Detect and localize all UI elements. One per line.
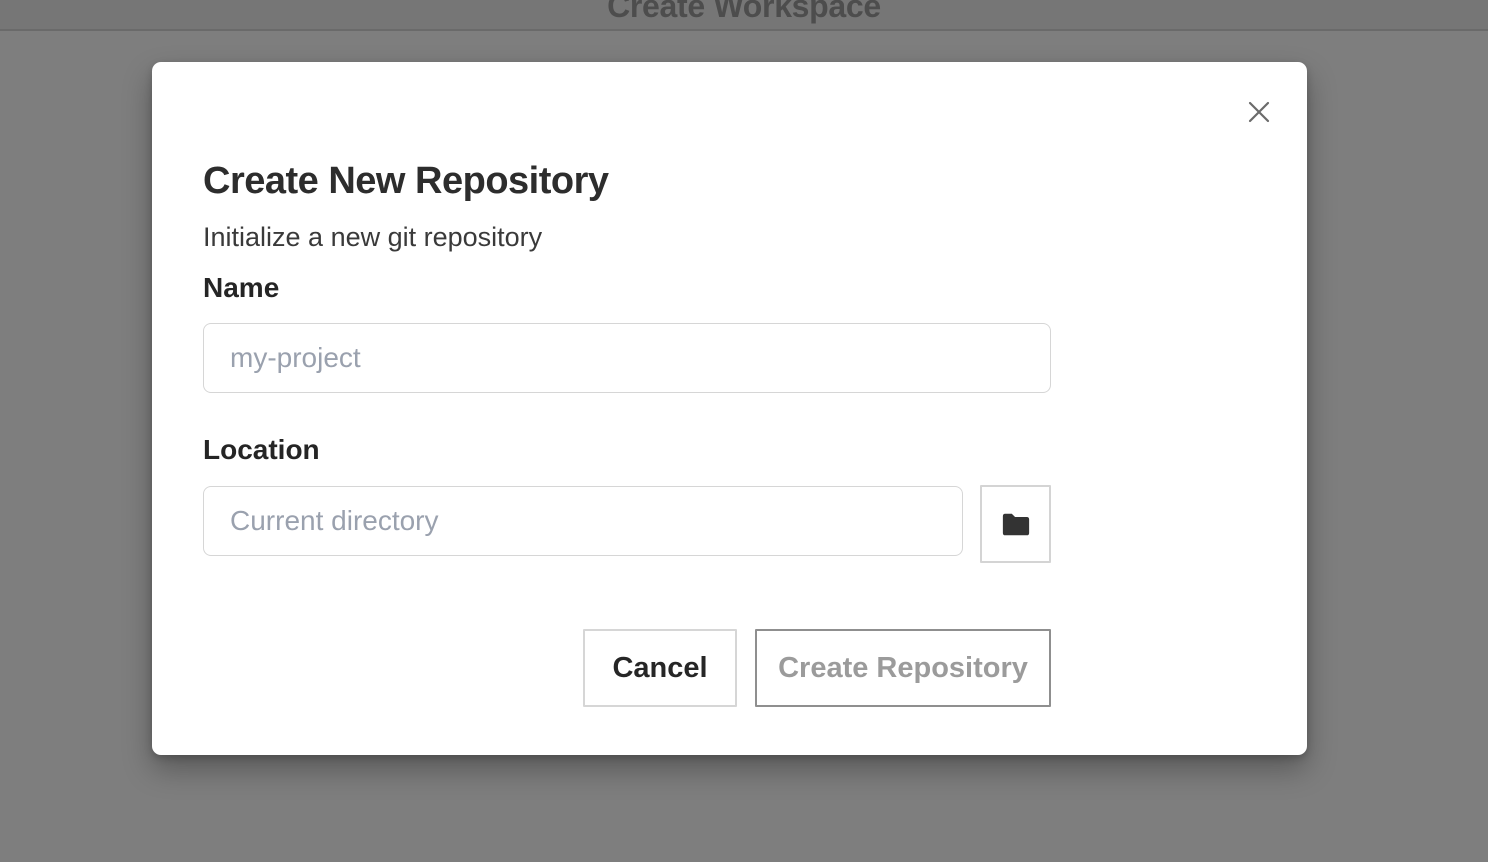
create-repository-dialog: Create New Repository Initialize a new g…: [152, 62, 1307, 755]
browse-location-button[interactable]: [980, 485, 1051, 563]
name-label: Name: [203, 274, 279, 302]
close-icon: [1247, 100, 1271, 124]
dialog-title: Create New Repository: [203, 162, 609, 200]
dialog-subtitle: Initialize a new git repository: [203, 224, 542, 251]
location-label: Location: [203, 436, 320, 464]
background-header: Create Workspace: [0, 0, 1488, 31]
cancel-button[interactable]: Cancel: [583, 629, 737, 707]
background-page-title: Create Workspace: [0, 0, 1488, 23]
folder-icon: [1001, 512, 1031, 537]
close-button[interactable]: [1241, 94, 1277, 130]
create-repository-button[interactable]: Create Repository: [755, 629, 1051, 707]
location-input[interactable]: [203, 486, 963, 556]
repository-name-input[interactable]: [203, 323, 1051, 393]
